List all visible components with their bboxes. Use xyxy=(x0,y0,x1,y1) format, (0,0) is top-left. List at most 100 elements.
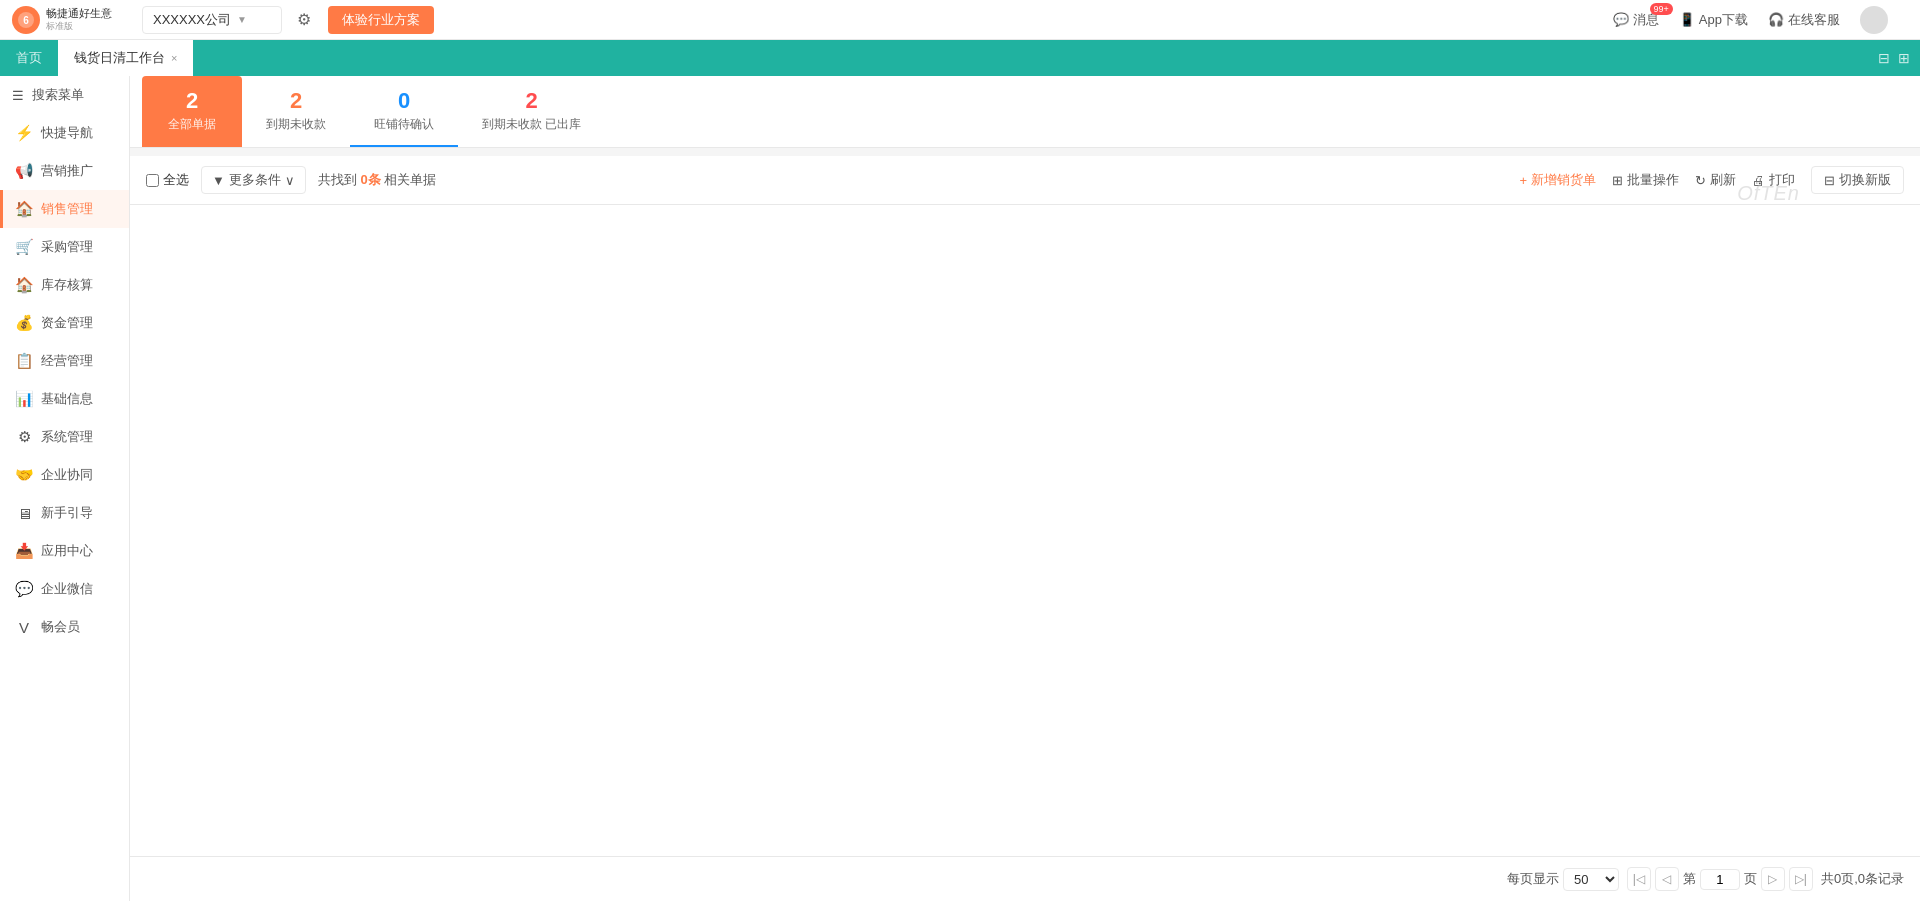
sidebar-label: 基础信息 xyxy=(41,390,93,408)
chevron-down-icon: ▼ xyxy=(237,14,247,25)
sidebar-label: 系统管理 xyxy=(41,428,93,446)
sidebar-item-finance[interactable]: 💰 资金管理 xyxy=(0,304,129,342)
messages-button[interactable]: 💬 消息 99+ xyxy=(1613,11,1659,29)
per-page-label: 每页显示 xyxy=(1507,870,1559,888)
batch-label: 批量操作 xyxy=(1627,171,1679,189)
prev-page-button[interactable]: ◁ xyxy=(1655,867,1679,891)
filter-button[interactable]: ▼ 更多条件 ∨ xyxy=(201,166,306,194)
filter-icon: ▼ xyxy=(212,173,225,188)
handshake-icon: 🤝 xyxy=(15,466,33,484)
sidebar-item-app-center[interactable]: 📥 应用中心 xyxy=(0,532,129,570)
refresh-icon: ↻ xyxy=(1695,173,1706,188)
first-page-button[interactable]: |◁ xyxy=(1627,867,1651,891)
stats-tabs: 2 全部单据 2 到期未收款 0 旺铺待确认 2 到期未收款 已出库 xyxy=(130,76,1920,148)
search-menu-label: 搜索菜单 xyxy=(32,86,84,104)
select-all-label: 全选 xyxy=(163,171,189,189)
tab-active[interactable]: 钱货日清工作台 × xyxy=(58,40,193,76)
sidebar-label: 企业微信 xyxy=(41,580,93,598)
svg-text:6: 6 xyxy=(23,15,29,26)
sidebar-item-guide[interactable]: 🖥 新手引导 xyxy=(0,494,129,532)
overdue-unpaid-label: 到期未收款 xyxy=(266,116,326,133)
overdue-shipped-count: 2 xyxy=(482,88,581,114)
page-navigation: |◁ ◁ 第 页 ▷ ▷| xyxy=(1627,867,1813,891)
sidebar-item-wechat[interactable]: 💬 企业微信 xyxy=(0,570,129,608)
logo-text: 畅捷通好生意 xyxy=(46,6,112,20)
avatar[interactable] xyxy=(1860,6,1888,34)
batch-icon: ⊞ xyxy=(1612,173,1623,188)
filter-label: 更多条件 xyxy=(229,171,281,189)
pagination-bar: 每页显示 50 100 200 |◁ ◁ 第 页 ▷ ▷| 共0页,0条记录 xyxy=(130,856,1920,901)
stats-tab-overdue-unpaid[interactable]: 2 到期未收款 xyxy=(242,76,350,147)
switch-version-button[interactable]: ⊟ 切换新版 xyxy=(1811,166,1904,194)
chat-icon: 💬 xyxy=(15,580,33,598)
refresh-button[interactable]: ↻ 刷新 xyxy=(1695,171,1736,189)
total-records: 共0页,0条记录 xyxy=(1821,870,1904,888)
sidebar-item-sales[interactable]: 🏠 销售管理 xyxy=(0,190,129,228)
stats-tab-overdue-shipped[interactable]: 2 到期未收款 已出库 xyxy=(458,76,605,147)
experience-button[interactable]: 体验行业方案 xyxy=(328,6,434,34)
found-count: 0条 xyxy=(361,172,381,187)
print-button[interactable]: 🖨 打印 xyxy=(1752,171,1795,189)
sidebar-label: 快捷导航 xyxy=(41,124,93,142)
app-download-button[interactable]: 📱 App下载 xyxy=(1679,11,1748,29)
company-selector[interactable]: XXXXXX公司 ▼ xyxy=(142,6,282,34)
sidebar-label: 采购管理 xyxy=(41,238,93,256)
minimize-icon[interactable]: ⊟ xyxy=(1878,50,1890,66)
sidebar-label: 企业协同 xyxy=(41,466,93,484)
wangdian-count: 0 xyxy=(374,88,434,114)
page-number-input[interactable] xyxy=(1700,869,1740,890)
sidebar-item-basic[interactable]: 📊 基础信息 xyxy=(0,380,129,418)
select-all-checkbox[interactable]: 全选 xyxy=(146,171,189,189)
sidebar-item-purchase[interactable]: 🛒 采购管理 xyxy=(0,228,129,266)
messages-badge: 99+ xyxy=(1650,3,1673,15)
found-text: 共找到 0条 相关单据 xyxy=(318,171,436,189)
sidebar-label: 库存核算 xyxy=(41,276,93,294)
message-icon: 💬 xyxy=(1613,12,1629,27)
house-icon: 🏠 xyxy=(15,276,33,294)
sidebar-label: 销售管理 xyxy=(41,200,93,218)
tab-close-icon[interactable]: × xyxy=(171,52,177,64)
stats-tab-all[interactable]: 2 全部单据 xyxy=(142,76,242,147)
lightning-icon: ⚡ xyxy=(15,124,33,142)
sidebar-item-quick-nav[interactable]: ⚡ 快捷导航 xyxy=(0,114,129,152)
main-layout: ☰ 搜索菜单 ⚡ 快捷导航 📢 营销推广 🏠 销售管理 🛒 采购管理 🏠 库存核… xyxy=(0,76,1920,901)
plus-icon: + xyxy=(1519,173,1527,188)
money-icon: 💰 xyxy=(15,314,33,332)
next-page-button[interactable]: ▷ xyxy=(1761,867,1785,891)
online-service-label: 在线客服 xyxy=(1788,11,1840,29)
screen-icon: 🖥 xyxy=(15,505,33,522)
sidebar-item-system[interactable]: ⚙ 系统管理 xyxy=(0,418,129,456)
search-menu-item[interactable]: ☰ 搜索菜单 xyxy=(0,76,129,114)
sidebar-item-member[interactable]: V 畅会员 xyxy=(0,608,129,646)
batch-operation-button[interactable]: ⊞ 批量操作 xyxy=(1612,171,1679,189)
per-page-select[interactable]: 50 100 200 xyxy=(1563,868,1619,891)
sidebar-item-marketing[interactable]: 📢 营销推广 xyxy=(0,152,129,190)
last-page-button[interactable]: ▷| xyxy=(1789,867,1813,891)
sidebar-item-operation[interactable]: 📋 经营管理 xyxy=(0,342,129,380)
tab-bar: 首页 钱货日清工作台 × ⊟ ⊞ xyxy=(0,40,1920,76)
maximize-icon[interactable]: ⊞ xyxy=(1898,50,1910,66)
online-service-button[interactable]: 🎧 在线客服 xyxy=(1768,11,1840,29)
sidebar-item-inventory[interactable]: 🏠 库存核算 xyxy=(0,266,129,304)
logo-area: 6 畅捷通好生意 标准版 xyxy=(12,6,142,34)
stats-tab-wangdian[interactable]: 0 旺铺待确认 xyxy=(350,76,458,147)
inbox-icon: 📥 xyxy=(15,542,33,560)
header-right: 💬 消息 99+ 📱 App下载 🎧 在线客服 xyxy=(1613,6,1908,34)
home-icon: 🏠 xyxy=(15,200,33,218)
select-all-input[interactable] xyxy=(146,174,159,187)
page-suffix: 页 xyxy=(1744,870,1757,888)
sidebar: ☰ 搜索菜单 ⚡ 快捷导航 📢 营销推广 🏠 销售管理 🛒 采购管理 🏠 库存核… xyxy=(0,76,130,901)
table-area xyxy=(130,205,1920,856)
refresh-label: 刷新 xyxy=(1710,171,1736,189)
top-header: 6 畅捷通好生意 标准版 XXXXXX公司 ▼ ⚙ 体验行业方案 💬 消息 99… xyxy=(0,0,1920,40)
print-label: 打印 xyxy=(1769,171,1795,189)
add-sale-order-button[interactable]: + 新增销货单 xyxy=(1519,171,1596,189)
company-name: XXXXXX公司 xyxy=(153,11,231,29)
sidebar-label: 经营管理 xyxy=(41,352,93,370)
headset-icon: 🎧 xyxy=(1768,12,1784,27)
sidebar-item-enterprise[interactable]: 🤝 企业协同 xyxy=(0,456,129,494)
home-tab-label: 首页 xyxy=(16,49,42,67)
tab-home[interactable]: 首页 xyxy=(0,40,58,76)
settings-icon[interactable]: ⚙ xyxy=(290,6,318,34)
page-size-selector: 每页显示 50 100 200 xyxy=(1507,868,1619,891)
